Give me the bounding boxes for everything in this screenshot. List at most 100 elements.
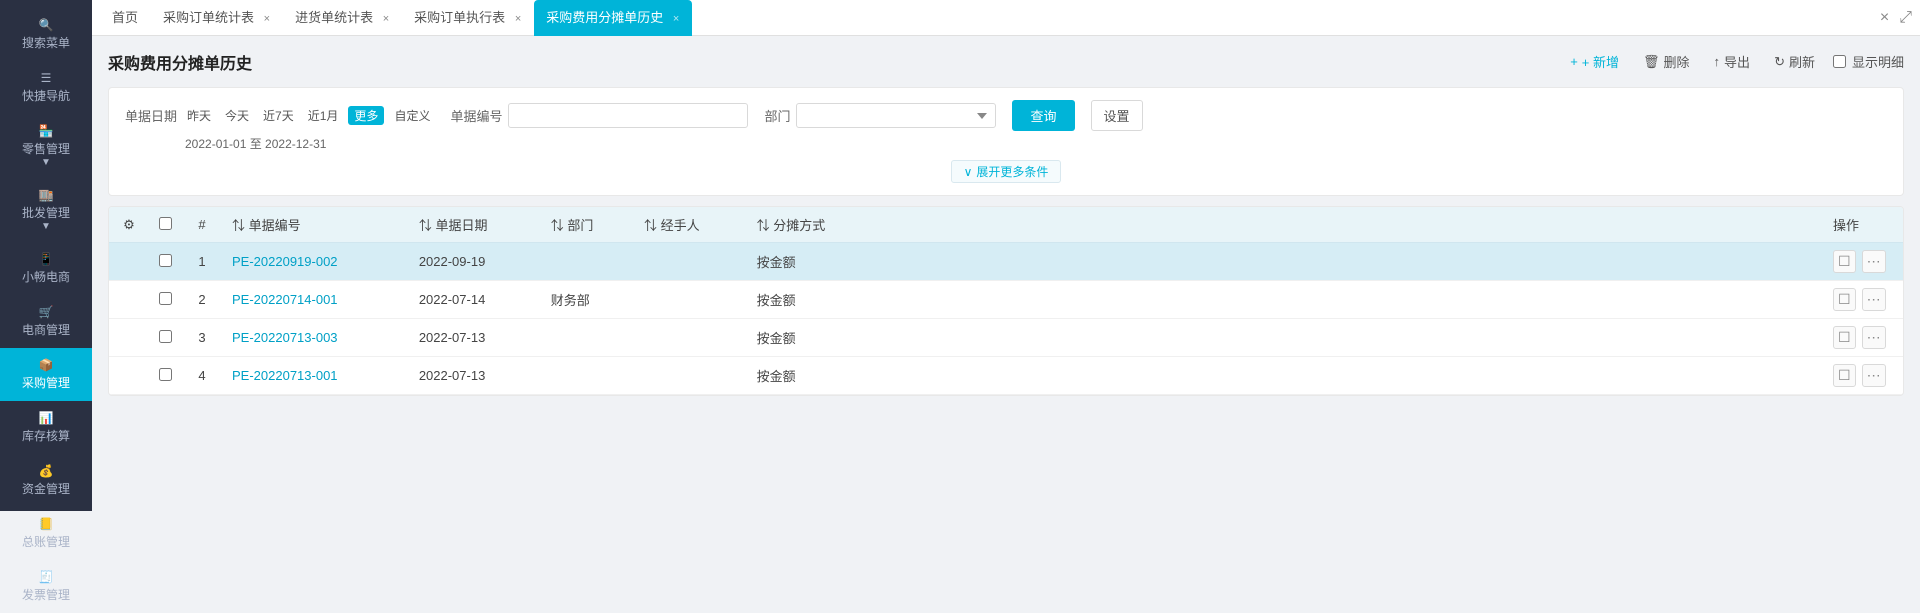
maximize-icon[interactable]: ⤢: [1899, 9, 1912, 27]
expand-more-label: 展开更多条件: [976, 163, 1048, 180]
sidebar-item-label: 快捷导航: [4, 87, 88, 104]
tab-home[interactable]: 首页: [100, 0, 151, 36]
add-label: + 新增: [1582, 52, 1619, 71]
doc-number-link[interactable]: PE-20220713-001: [232, 368, 338, 383]
add-button[interactable]: + + 新增: [1564, 48, 1625, 75]
show-cols-toggle[interactable]: 显示明细: [1833, 52, 1904, 71]
doc-number-link[interactable]: PE-20220713-003: [232, 330, 338, 345]
doc-number-label: 单据编号: [450, 106, 502, 125]
action-icons: ☐ ⋯: [1833, 250, 1893, 273]
sidebar: 🔍 搜索菜单 ☰ 快捷导航 🏪 零售管理 ▼ 🏬 批发管理 ▼ 📱 小畅电商 🛒…: [0, 0, 92, 511]
td-num: 4: [182, 357, 222, 395]
more-icon[interactable]: ⋯: [1862, 326, 1886, 349]
td-doc-date: 2022-09-19: [409, 243, 541, 281]
table-row: 4 PE-20220713-001 2022-07-13 按金额 ☐ ⋯: [109, 357, 1903, 395]
sidebar-item-quick[interactable]: ☰ 快捷导航: [0, 61, 92, 114]
shortcut-yesterday[interactable]: 昨天: [183, 106, 215, 125]
sidebar-item-search[interactable]: 🔍 搜索菜单: [0, 8, 92, 61]
doc-number-input[interactable]: [508, 103, 748, 128]
export-button[interactable]: ↑ 导出: [1708, 48, 1757, 75]
delete-button[interactable]: 🗑 删除: [1637, 48, 1696, 75]
tab-label: 采购订单统计表: [163, 10, 254, 25]
shortcut-1month[interactable]: 近1月: [304, 106, 343, 125]
sidebar-item-invoice[interactable]: 🧾 发票管理: [0, 560, 92, 613]
td-department: 财务部: [541, 281, 634, 319]
refresh-icon: ↻: [1774, 54, 1785, 70]
sidebar-item-label: 电商管理: [4, 321, 88, 338]
sort-icon: ⇅: [757, 218, 770, 233]
more-icon[interactable]: ⋯: [1862, 288, 1886, 311]
doc-number-link[interactable]: PE-20220919-002: [232, 254, 338, 269]
shortcut-today[interactable]: 今天: [221, 106, 253, 125]
chevron-down-icon: ▼: [4, 221, 88, 232]
view-icon[interactable]: ☐: [1833, 326, 1856, 349]
close-all-icon[interactable]: ×: [1880, 9, 1889, 27]
sidebar-item-label: 库存核算: [4, 427, 88, 444]
td-action: ☐ ⋯: [1823, 357, 1903, 395]
td-split-method: 按金额: [747, 243, 1823, 281]
td-split-method: 按金额: [747, 281, 1823, 319]
sidebar-item-label: 搜索菜单: [4, 34, 88, 51]
td-check: [149, 281, 182, 319]
refresh-button[interactable]: ↻ 刷新: [1768, 48, 1821, 75]
expand-more-button[interactable]: ∨ 展开更多条件: [951, 160, 1062, 183]
td-doc-number: PE-20220919-002: [222, 243, 409, 281]
td-settings: [109, 243, 149, 281]
delete-icon: 🗑: [1643, 54, 1660, 70]
close-icon[interactable]: ×: [383, 13, 389, 25]
th-split-method: ⇅ 分摊方式: [747, 207, 1823, 243]
sidebar-item-label: 零售管理: [4, 140, 88, 157]
shortcut-custom[interactable]: 自定义: [390, 106, 434, 125]
date-shortcuts: 昨天 今天 近7天 近1月 更多 自定义: [183, 106, 434, 125]
td-department: [541, 319, 634, 357]
tab-purchase-cost-history[interactable]: 采购费用分摊单历史 ×: [534, 0, 692, 36]
setting-button[interactable]: 设置: [1091, 100, 1143, 131]
finance-icon: 💰: [4, 464, 88, 478]
sort-icon: ⇅: [419, 218, 432, 233]
sidebar-item-finance[interactable]: 💰 资金管理: [0, 454, 92, 507]
sidebar-item-wholesale[interactable]: 🏬 批发管理 ▼: [0, 178, 92, 242]
more-icon[interactable]: ⋯: [1862, 250, 1886, 273]
filter-row: 单据日期 昨天 今天 近7天 近1月 更多 自定义 单据编号: [125, 100, 1887, 131]
row-checkbox[interactable]: [159, 368, 172, 381]
more-icon[interactable]: ⋯: [1862, 364, 1886, 387]
close-icon[interactable]: ×: [264, 13, 270, 25]
view-icon[interactable]: ☐: [1833, 250, 1856, 273]
search-icon: 🔍: [4, 18, 88, 32]
td-action: ☐ ⋯: [1823, 319, 1903, 357]
td-settings: [109, 281, 149, 319]
tab-purchase-order-stats[interactable]: 采购订单统计表 ×: [151, 0, 283, 36]
department-select[interactable]: 财务部: [796, 103, 996, 128]
show-cols-checkbox[interactable]: [1833, 55, 1846, 68]
sidebar-item-inventory[interactable]: 📊 库存核算: [0, 401, 92, 454]
retail-icon: 🏪: [4, 124, 88, 138]
table-header-row: ⚙ # ⇅ 单据编号 ⇅: [109, 207, 1903, 243]
th-num: #: [182, 207, 222, 243]
doc-number-link[interactable]: PE-20220714-001: [232, 292, 338, 307]
shortcut-7days[interactable]: 近7天: [259, 106, 298, 125]
sidebar-item-purchase[interactable]: 📦 采购管理: [0, 348, 92, 401]
close-icon[interactable]: ×: [515, 13, 521, 25]
select-all-checkbox[interactable]: [159, 217, 172, 230]
tab-inbound-stats[interactable]: 进货单统计表 ×: [283, 0, 402, 36]
row-checkbox[interactable]: [159, 254, 172, 267]
sort-icon: ⇅: [551, 218, 564, 233]
sidebar-item-mini[interactable]: 📱 小畅电商: [0, 242, 92, 295]
purchase-icon: 📦: [4, 358, 88, 372]
sidebar-item-ledger[interactable]: 📒 总账管理: [0, 507, 92, 560]
action-icons: ☐ ⋯: [1833, 326, 1893, 349]
th-check: [149, 207, 182, 243]
main-area: 首页 采购订单统计表 × 进货单统计表 × 采购订单执行表 × 采购费用分摊单历…: [92, 0, 1920, 511]
row-checkbox[interactable]: [159, 330, 172, 343]
view-icon[interactable]: ☐: [1833, 288, 1856, 311]
query-button[interactable]: 查询: [1012, 100, 1074, 131]
row-checkbox[interactable]: [159, 292, 172, 305]
close-icon[interactable]: ×: [673, 13, 679, 25]
sidebar-item-ecom[interactable]: 🛒 电商管理: [0, 295, 92, 348]
tab-purchase-order-exec[interactable]: 采购订单执行表 ×: [402, 0, 534, 36]
shortcut-more[interactable]: 更多: [348, 106, 384, 125]
settings-icon[interactable]: ⚙: [123, 217, 135, 232]
sidebar-item-label: 发票管理: [4, 586, 88, 603]
sidebar-item-retail[interactable]: 🏪 零售管理 ▼: [0, 114, 92, 178]
view-icon[interactable]: ☐: [1833, 364, 1856, 387]
